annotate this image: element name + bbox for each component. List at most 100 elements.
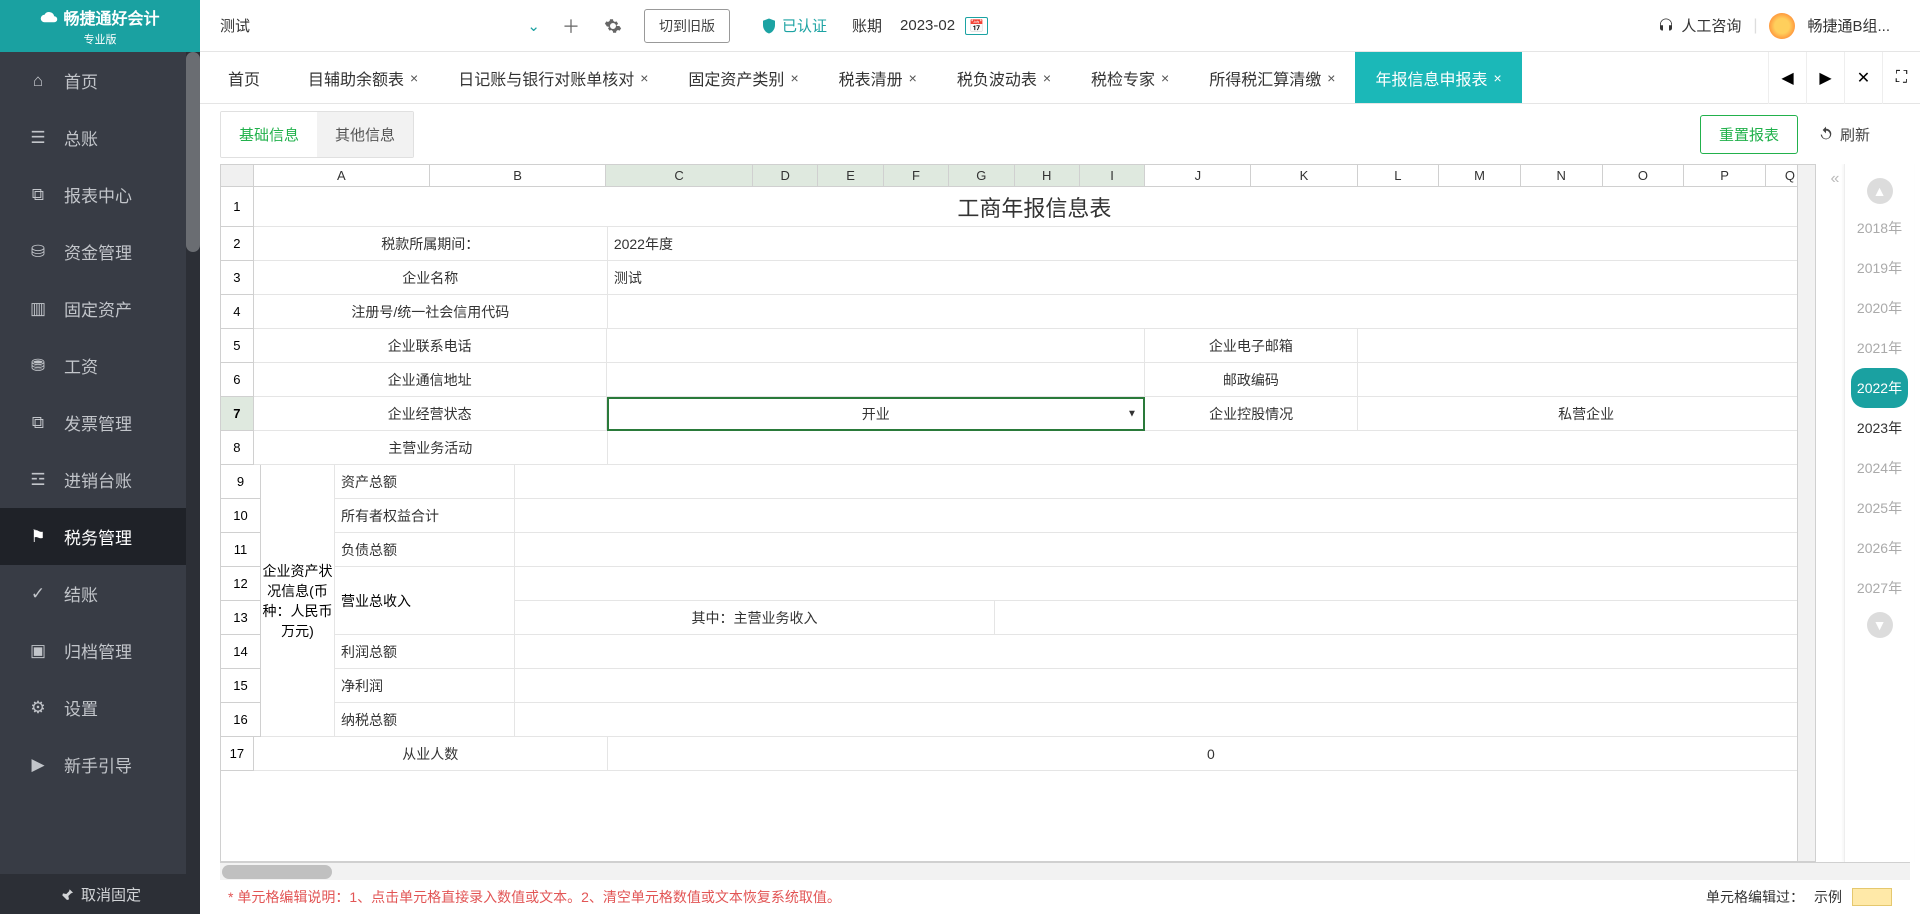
period-value[interactable]: 2023-02 bbox=[900, 17, 955, 34]
year-2019年[interactable]: 2019年 bbox=[1851, 248, 1908, 288]
subtab-other-info[interactable]: 其他信息 bbox=[317, 112, 413, 157]
corner-cell[interactable] bbox=[221, 165, 254, 187]
col-N[interactable]: N bbox=[1521, 165, 1603, 187]
horizontal-scrollbar[interactable] bbox=[220, 862, 1910, 880]
cell[interactable] bbox=[1358, 329, 1815, 363]
cell[interactable]: 0 bbox=[608, 737, 1815, 771]
tab-home[interactable]: 首页 bbox=[200, 52, 288, 103]
subtab-base-info[interactable]: 基础信息 bbox=[221, 112, 317, 157]
sidebar-item-6[interactable]: ⧉发票管理 bbox=[0, 394, 200, 451]
cell[interactable]: 企业控股情况 bbox=[1145, 397, 1358, 431]
cell[interactable]: 负债总额 bbox=[335, 533, 515, 567]
tab-close-all[interactable]: ✕ bbox=[1844, 52, 1882, 104]
cell[interactable] bbox=[515, 465, 1815, 499]
sidebar-item-3[interactable]: ⛁资金管理 bbox=[0, 223, 200, 280]
cell[interactable]: 注册号/统一社会信用代码 bbox=[254, 295, 608, 329]
col-P[interactable]: P bbox=[1684, 165, 1766, 187]
col-L[interactable]: L bbox=[1358, 165, 1440, 187]
cell[interactable]: 其中：主营业务收入 bbox=[515, 601, 995, 635]
close-icon[interactable]: × bbox=[410, 70, 418, 86]
cell[interactable] bbox=[515, 703, 1815, 737]
biz-status-cell[interactable]: 开业▼ bbox=[607, 397, 1145, 431]
calendar-icon[interactable]: 📅 bbox=[965, 17, 988, 35]
close-icon[interactable]: × bbox=[790, 70, 798, 86]
sidebar-item-5[interactable]: ⛃工资 bbox=[0, 337, 200, 394]
close-icon[interactable]: × bbox=[1161, 70, 1169, 86]
cell[interactable] bbox=[995, 601, 1815, 635]
year-2023年[interactable]: 2023年 bbox=[1851, 408, 1908, 448]
tab-2[interactable]: 固定资产类别× bbox=[668, 52, 818, 103]
cell[interactable] bbox=[608, 431, 1815, 465]
cell[interactable] bbox=[515, 533, 1815, 567]
plus-icon[interactable]: ＋ bbox=[560, 15, 582, 37]
row-header-16[interactable]: 16 bbox=[221, 703, 261, 737]
col-H[interactable]: H bbox=[1015, 165, 1080, 187]
tab-scroll-right[interactable]: ▶ bbox=[1806, 52, 1844, 104]
year-up-icon[interactable]: ▲ bbox=[1867, 178, 1893, 204]
cell[interactable]: 资产总额 bbox=[335, 465, 515, 499]
year-2020年[interactable]: 2020年 bbox=[1851, 288, 1908, 328]
row-header-14[interactable]: 14 bbox=[221, 635, 261, 669]
close-icon[interactable]: × bbox=[640, 70, 648, 86]
fullscreen-icon[interactable]: ⛶ bbox=[1882, 52, 1920, 104]
sidebar-scrollbar[interactable] bbox=[186, 52, 200, 914]
row-header-9[interactable]: 9 bbox=[221, 465, 261, 499]
manual-service-link[interactable]: 人工咨询 bbox=[1657, 15, 1741, 36]
col-C[interactable]: C bbox=[606, 165, 753, 187]
col-G[interactable]: G bbox=[949, 165, 1014, 187]
row-header-11[interactable]: 11 bbox=[221, 533, 261, 567]
dropdown-icon[interactable]: ▼ bbox=[1127, 409, 1137, 420]
row-header-7[interactable]: 7 bbox=[221, 397, 254, 431]
cell[interactable]: 利润总额 bbox=[335, 635, 515, 669]
col-M[interactable]: M bbox=[1439, 165, 1521, 187]
col-B[interactable]: B bbox=[430, 165, 606, 187]
row-header-3[interactable]: 3 bbox=[221, 261, 254, 295]
close-icon[interactable]: × bbox=[909, 70, 917, 86]
tab-scroll-left[interactable]: ◀ bbox=[1768, 52, 1806, 104]
tab-5[interactable]: 税检专家× bbox=[1071, 52, 1189, 103]
year-2025年[interactable]: 2025年 bbox=[1851, 488, 1908, 528]
collapse-year-panel-icon[interactable]: « bbox=[1826, 164, 1844, 862]
col-J[interactable]: J bbox=[1145, 165, 1251, 187]
close-icon[interactable]: × bbox=[1043, 70, 1051, 86]
refresh-button[interactable]: 刷新 bbox=[1818, 124, 1870, 145]
sidebar-item-11[interactable]: ⚙设置 bbox=[0, 679, 200, 736]
row-header-12[interactable]: 12 bbox=[221, 567, 261, 601]
row-header-6[interactable]: 6 bbox=[221, 363, 254, 397]
cell[interactable]: 企业电子邮箱 bbox=[1145, 329, 1358, 363]
col-K[interactable]: K bbox=[1251, 165, 1357, 187]
cell[interactable]: 企业名称 bbox=[254, 261, 608, 295]
year-down-icon[interactable]: ▼ bbox=[1867, 612, 1893, 638]
col-A[interactable]: A bbox=[254, 165, 430, 187]
cell[interactable] bbox=[607, 363, 1145, 397]
cell[interactable] bbox=[1358, 363, 1815, 397]
cell[interactable]: 企业通信地址 bbox=[254, 363, 607, 397]
sidebar-item-8[interactable]: ⚑税务管理 bbox=[0, 508, 200, 565]
avatar[interactable] bbox=[1769, 13, 1795, 39]
cell[interactable] bbox=[515, 567, 1815, 601]
sidebar-item-7[interactable]: ☲进销台账 bbox=[0, 451, 200, 508]
sidebar-item-12[interactable]: ▶新手引导 bbox=[0, 736, 200, 793]
year-2026年[interactable]: 2026年 bbox=[1851, 528, 1908, 568]
col-O[interactable]: O bbox=[1603, 165, 1685, 187]
company-selector[interactable]: 测试 ⌄ bbox=[210, 9, 550, 43]
tab-6[interactable]: 所得税汇算清缴× bbox=[1189, 52, 1355, 103]
sidebar-item-2[interactable]: ⧉报表中心 bbox=[0, 166, 200, 223]
close-icon[interactable]: × bbox=[1327, 70, 1335, 86]
year-2018年[interactable]: 2018年 bbox=[1851, 208, 1908, 248]
cell[interactable]: 纳税总额 bbox=[335, 703, 515, 737]
period-label-cell[interactable]: 税款所属期间： bbox=[254, 227, 608, 261]
cell[interactable] bbox=[515, 669, 1815, 703]
reset-report-button[interactable]: 重置报表 bbox=[1700, 115, 1798, 154]
row-header-15[interactable]: 15 bbox=[221, 669, 261, 703]
year-2027年[interactable]: 2027年 bbox=[1851, 568, 1908, 608]
col-D[interactable]: D bbox=[753, 165, 818, 187]
tab-7[interactable]: 年报信息申报表× bbox=[1355, 52, 1521, 103]
row-header-8[interactable]: 8 bbox=[221, 431, 254, 465]
tab-0[interactable]: 目辅助余额表× bbox=[288, 52, 438, 103]
cell[interactable] bbox=[515, 635, 1815, 669]
sidebar-item-1[interactable]: ☰总账 bbox=[0, 109, 200, 166]
row-header-10[interactable]: 10 bbox=[221, 499, 261, 533]
cell[interactable]: 净利润 bbox=[335, 669, 515, 703]
cell[interactable]: 企业经营状态 bbox=[254, 397, 607, 431]
